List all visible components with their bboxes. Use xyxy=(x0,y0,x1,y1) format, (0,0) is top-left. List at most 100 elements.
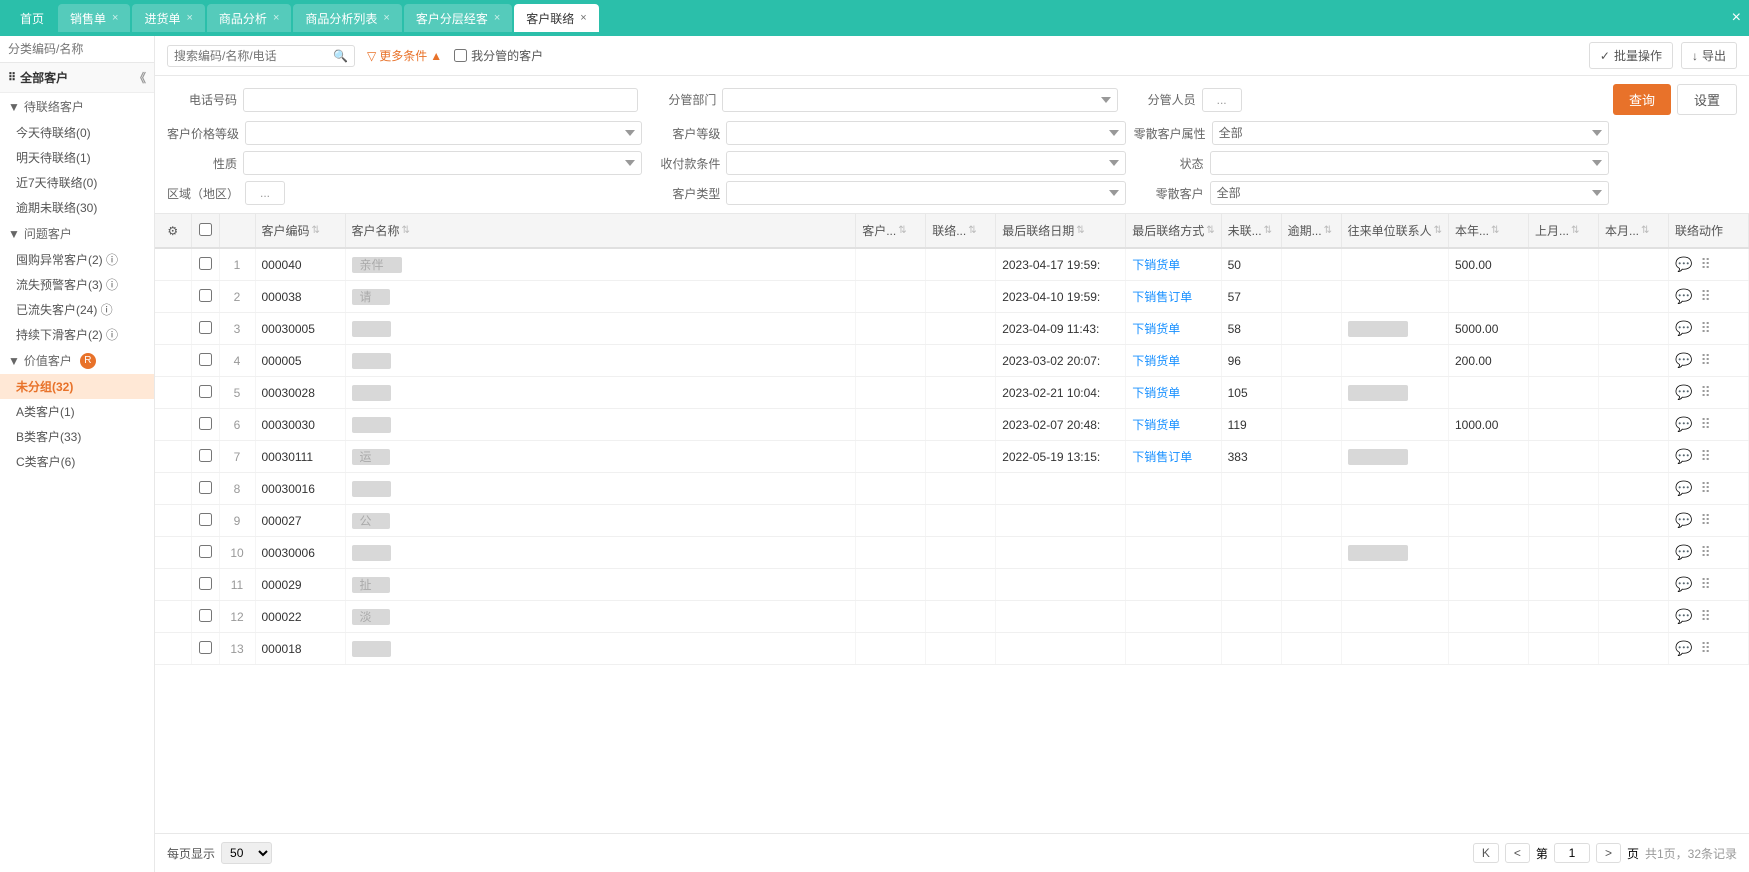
tab-customer-contact-close[interactable]: × xyxy=(580,12,586,24)
col-code-header[interactable]: 客户编码⇅ xyxy=(255,214,345,248)
more-icon[interactable]: ⠿ xyxy=(1700,640,1710,657)
last-method-link[interactable]: 下销货单 xyxy=(1132,258,1180,272)
td-check[interactable] xyxy=(191,409,219,441)
filter-input-phone[interactable] xyxy=(243,88,638,112)
chat-icon[interactable]: 💬 xyxy=(1675,320,1692,337)
chat-icon[interactable]: 💬 xyxy=(1675,416,1692,433)
row-checkbox[interactable] xyxy=(199,321,212,334)
more-icon[interactable]: ⠿ xyxy=(1700,480,1710,497)
row-checkbox[interactable] xyxy=(199,417,212,430)
my-customers-check[interactable]: 我分管的客户 xyxy=(454,47,543,64)
more-icon[interactable]: ⠿ xyxy=(1700,608,1710,625)
chat-icon[interactable]: 💬 xyxy=(1675,480,1692,497)
chat-icon[interactable]: 💬 xyxy=(1675,640,1692,657)
col-method-header[interactable]: 最后联络方式⇅ xyxy=(1126,214,1221,248)
col-date-header[interactable]: 最后联络日期⇅ xyxy=(996,214,1126,248)
window-close-button[interactable]: × xyxy=(1732,9,1741,27)
chat-icon[interactable]: 💬 xyxy=(1675,288,1692,305)
more-icon[interactable]: ⠿ xyxy=(1700,384,1710,401)
sidebar-item-ungroup[interactable]: 未分组(32) xyxy=(0,374,154,399)
td-method[interactable]: 下销货单 xyxy=(1126,409,1221,441)
chat-icon[interactable]: 💬 xyxy=(1675,448,1692,465)
row-checkbox[interactable] xyxy=(199,353,212,366)
td-check[interactable] xyxy=(191,537,219,569)
filter-select-payment[interactable] xyxy=(726,151,1125,175)
tab-product-analysis[interactable]: 商品分析 × xyxy=(207,4,291,32)
sidebar-item-overdue-pending[interactable]: 逾期未联络(30) xyxy=(0,195,154,220)
sidebar-group-value[interactable]: ▼ 价值客户 R xyxy=(0,347,154,374)
my-customers-checkbox[interactable] xyxy=(454,49,467,62)
more-icon[interactable]: ⠿ xyxy=(1700,544,1710,561)
td-check[interactable] xyxy=(191,345,219,377)
sidebar-item-today-pending[interactable]: 今天待联络(0) xyxy=(0,120,154,145)
filter-select-customer-type[interactable] xyxy=(726,181,1125,205)
col-overdue-header[interactable]: 逾期...⇅ xyxy=(1281,214,1341,248)
td-method[interactable]: 下销售订单 xyxy=(1126,281,1221,313)
tab-customer-contact[interactable]: 客户联络 × xyxy=(514,4,598,32)
more-icon[interactable]: ⠿ xyxy=(1700,448,1710,465)
td-method[interactable] xyxy=(1126,473,1221,505)
td-check[interactable] xyxy=(191,377,219,409)
td-method[interactable] xyxy=(1126,601,1221,633)
td-method[interactable]: 下销售订单 xyxy=(1126,441,1221,473)
settings-icon[interactable]: ⚙ xyxy=(167,224,178,238)
sidebar-item-class-a[interactable]: A类客户(1) xyxy=(0,399,154,424)
check-all-checkbox[interactable] xyxy=(199,223,212,236)
main-search-input[interactable] xyxy=(174,49,329,63)
col-lastmonth-header[interactable]: 上月...⇅ xyxy=(1529,214,1599,248)
tab-sales[interactable]: 销售单 × xyxy=(58,4,130,32)
td-check[interactable] xyxy=(191,505,219,537)
td-check[interactable] xyxy=(191,569,219,601)
more-icon[interactable]: ⠿ xyxy=(1700,416,1710,433)
sidebar-all-customers[interactable]: ⠿ 全部客户 《 xyxy=(0,63,154,93)
col-settings[interactable]: ⚙ xyxy=(155,214,191,248)
prev-page-btn[interactable]: < xyxy=(1505,843,1530,863)
filter-select-retail-attr[interactable]: 全部 xyxy=(1212,121,1609,145)
td-check[interactable] xyxy=(191,633,219,665)
td-check[interactable] xyxy=(191,441,219,473)
more-icon[interactable]: ⠿ xyxy=(1700,512,1710,529)
td-method[interactable]: 下销货单 xyxy=(1126,248,1221,281)
sidebar-item-class-b[interactable]: B类客户(33) xyxy=(0,424,154,449)
tab-customer-segment-close[interactable]: × xyxy=(494,12,500,24)
tab-customer-segment[interactable]: 客户分层经客 × xyxy=(404,4,512,32)
sidebar-item-churned[interactable]: 已流失客户(24) ⓘ xyxy=(0,297,154,322)
td-check[interactable] xyxy=(191,313,219,345)
td-check[interactable] xyxy=(191,473,219,505)
row-checkbox[interactable] xyxy=(199,481,212,494)
row-checkbox[interactable] xyxy=(199,609,212,622)
row-checkbox[interactable] xyxy=(199,385,212,398)
chat-icon[interactable]: 💬 xyxy=(1675,608,1692,625)
query-btn[interactable]: 查询 xyxy=(1613,84,1671,115)
col-uncontact-header[interactable]: 未联...⇅ xyxy=(1221,214,1281,248)
col-contacts-header[interactable]: 往来单位联系人⇅ xyxy=(1341,214,1448,248)
more-icon[interactable]: ⠿ xyxy=(1700,256,1710,273)
td-check[interactable] xyxy=(191,248,219,281)
export-btn[interactable]: ↓ 导出 xyxy=(1681,42,1737,69)
last-method-link[interactable]: 下销售订单 xyxy=(1132,290,1192,304)
page-input[interactable] xyxy=(1554,843,1590,863)
filter-select-status[interactable] xyxy=(1210,151,1609,175)
filter-select-customer-level[interactable] xyxy=(726,121,1125,145)
chat-icon[interactable]: 💬 xyxy=(1675,544,1692,561)
row-checkbox[interactable] xyxy=(199,641,212,654)
tab-purchase-close[interactable]: × xyxy=(186,12,192,24)
sidebar-collapse-btn[interactable]: 《 xyxy=(134,69,146,86)
filter-dotdot-region[interactable]: ... xyxy=(245,181,285,205)
col-thisyear-header[interactable]: 本年...⇅ xyxy=(1449,214,1529,248)
tab-product-list-close[interactable]: × xyxy=(383,12,389,24)
col-thismonth-header[interactable]: 本月...⇅ xyxy=(1599,214,1669,248)
tab-product-list[interactable]: 商品分析列表 × xyxy=(293,4,401,32)
sidebar-item-tomorrow-pending[interactable]: 明天待联络(1) xyxy=(0,145,154,170)
filter-select-retail[interactable]: 全部 xyxy=(1210,181,1609,205)
col-name-header[interactable]: 客户名称⇅ xyxy=(345,214,856,248)
td-method[interactable] xyxy=(1126,505,1221,537)
last-method-link[interactable]: 下销售订单 xyxy=(1132,450,1192,464)
td-method[interactable]: 下销货单 xyxy=(1126,345,1221,377)
last-method-link[interactable]: 下销货单 xyxy=(1132,322,1180,336)
tab-product-analysis-close[interactable]: × xyxy=(273,12,279,24)
chat-icon[interactable]: 💬 xyxy=(1675,576,1692,593)
chat-icon[interactable]: 💬 xyxy=(1675,384,1692,401)
batch-operations-btn[interactable]: ✓ 批量操作 xyxy=(1589,42,1673,69)
td-method[interactable] xyxy=(1126,633,1221,665)
